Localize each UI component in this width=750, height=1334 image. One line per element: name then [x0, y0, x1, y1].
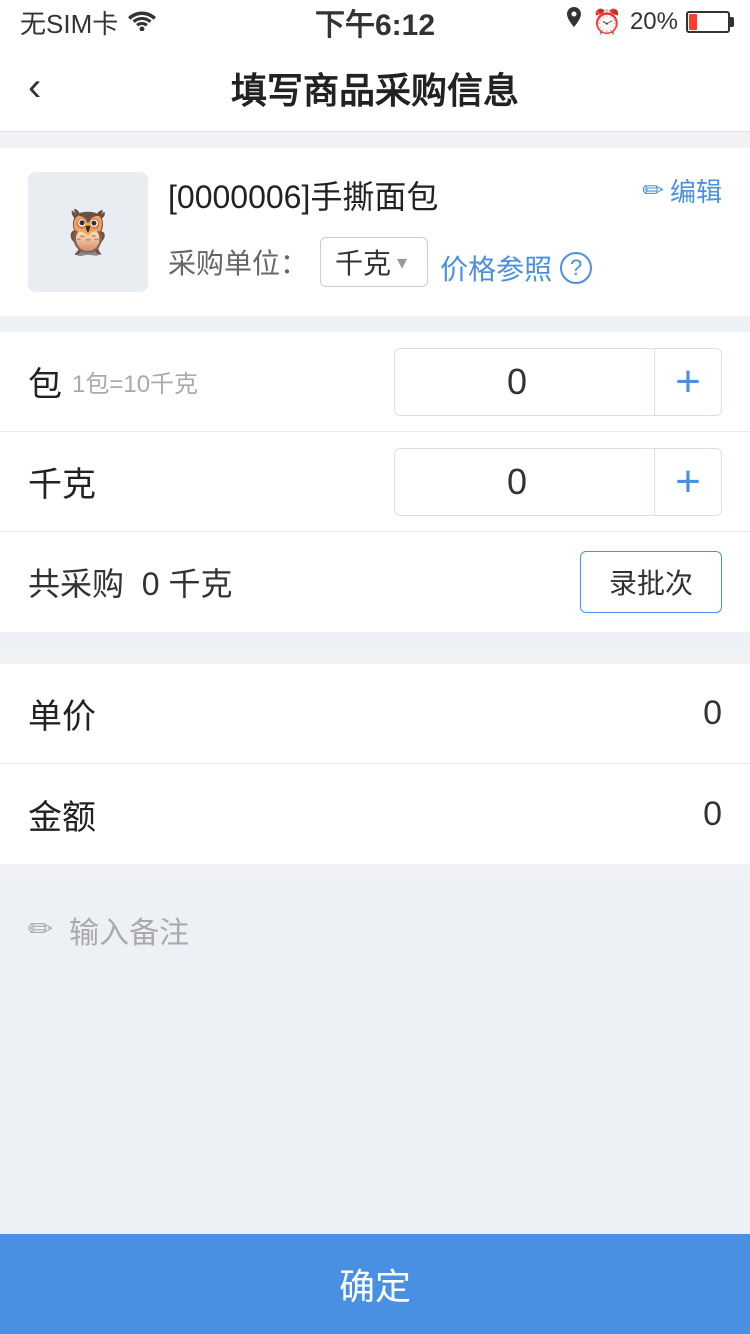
confirm-button[interactable]: 确定 [0, 1234, 750, 1334]
unit-select[interactable]: 千克 ▾ [320, 237, 428, 287]
kg-input-controls: + [394, 448, 722, 516]
product-name: [0000006]手撕面包 [168, 172, 438, 218]
bag-quantity-input[interactable] [394, 348, 654, 416]
amount-value: 0 [703, 795, 722, 834]
edit-icon: ✏ [642, 175, 664, 206]
total-label: 共采购 0 千克 [28, 559, 233, 605]
product-info: [0000006]手撕面包 ✏ 编辑 采购单位： 千克 ▾ 价格参照 ? [168, 172, 722, 288]
amount-label: 金额 [28, 790, 96, 839]
status-bar-right: ⏰ 20% [564, 7, 730, 38]
price-amount-section: 单价 0 金额 0 [0, 664, 750, 864]
product-card: 🦉 [0000006]手撕面包 ✏ 编辑 采购单位： 千克 ▾ 价格参照 ? [0, 148, 750, 316]
bag-sublabel: 1包=10千克 [72, 364, 198, 399]
nav-bar: ‹ 填写商品采购信息 [0, 44, 750, 132]
product-thumbnail: 🦉 [28, 172, 148, 292]
wifi-icon [128, 7, 156, 38]
kg-label: 千克 [28, 457, 96, 506]
bag-input-controls: + [394, 348, 722, 416]
bag-input-row: 包 1包=10千克 + [0, 332, 750, 432]
kg-plus-button[interactable]: + [654, 448, 722, 516]
batch-button[interactable]: 录批次 [580, 551, 722, 613]
product-thumb-icon: 🦉 [61, 206, 116, 258]
unit-price-value: 0 [703, 694, 722, 733]
chevron-down-icon: ▾ [397, 250, 407, 275]
location-icon [564, 7, 584, 38]
kg-input-row: 千克 + [0, 432, 750, 532]
product-unit-row: 采购单位： 千克 ▾ 价格参照 ? [168, 236, 722, 288]
price-ref-help-icon: ? [560, 252, 592, 284]
status-bar: 无SIM卡 下午6:12 ⏰ 20% [0, 0, 750, 44]
status-bar-time: 下午6:12 [315, 0, 435, 44]
edit-button[interactable]: ✏ 编辑 [642, 172, 722, 209]
product-top-row: [0000006]手撕面包 ✏ 编辑 [168, 172, 722, 236]
price-ref-button[interactable]: 价格参照 ? [440, 248, 592, 288]
unit-price-row: 单价 0 [0, 664, 750, 764]
input-section: 包 1包=10千克 + 千克 + [0, 332, 750, 532]
unit-value: 千克 [335, 242, 391, 282]
status-bar-left: 无SIM卡 [20, 4, 156, 41]
battery-icon [686, 11, 730, 33]
carrier-label: 无SIM卡 [20, 4, 118, 41]
remark-placeholder: 输入备注 [69, 908, 189, 952]
section-divider-1 [0, 316, 750, 332]
unit-price-label: 单价 [28, 689, 96, 738]
alarm-icon: ⏰ [592, 8, 622, 37]
unit-label: 采购单位： [168, 242, 308, 282]
bag-plus-button[interactable]: + [654, 348, 722, 416]
section-divider-2 [0, 632, 750, 648]
kg-quantity-input[interactable] [394, 448, 654, 516]
pencil-icon: ✏ [28, 912, 53, 947]
amount-row: 金额 0 [0, 764, 750, 864]
bag-label: 包 1包=10千克 [28, 357, 198, 406]
remark-section[interactable]: ✏ 输入备注 [0, 880, 750, 1000]
battery-percent: 20% [630, 8, 678, 36]
total-row: 共采购 0 千克 录批次 [0, 532, 750, 632]
page-title: 填写商品采购信息 [231, 62, 519, 114]
back-button[interactable]: ‹ [28, 65, 41, 110]
